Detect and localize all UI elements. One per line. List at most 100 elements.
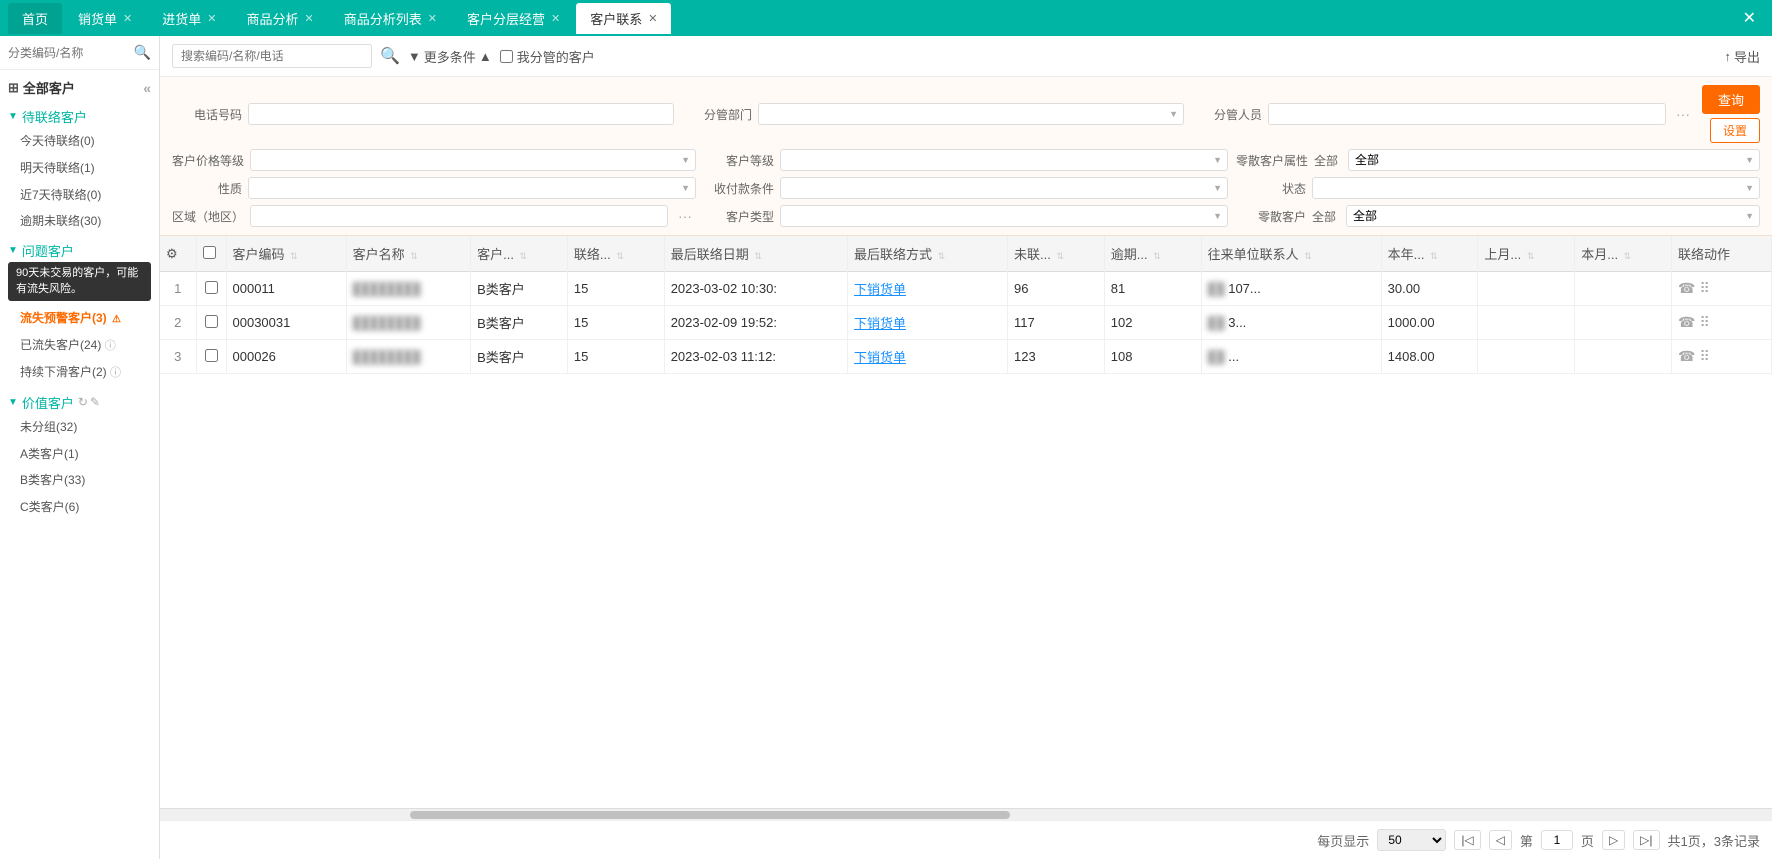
sidebar-item-class-a[interactable]: A类客户(1) <box>0 441 159 468</box>
row-last-contact-method: 下销货单 <box>847 340 1007 374</box>
sidebar-item-overdue[interactable]: 逾期未联络(30) <box>0 208 159 235</box>
page-label: 第 <box>1520 831 1533 850</box>
sidebar-item-churn-warning[interactable]: 流失预警客户(3) ⚠ <box>0 305 159 332</box>
nav-product-analysis[interactable]: 商品分析 ✕ <box>232 3 327 34</box>
settings-button[interactable]: 设置 <box>1710 118 1760 143</box>
select-all-checkbox[interactable] <box>203 246 216 259</box>
sidebar-all-customers[interactable]: ⊞ 全部客户 « <box>0 70 159 101</box>
retail-customer-select[interactable]: 全部 <box>1346 205 1760 227</box>
sidebar-item-ungroup[interactable]: 未分组(32) <box>0 414 159 441</box>
refresh-icon[interactable]: ↻ <box>78 395 88 409</box>
th-this-month[interactable]: 本月... ⇅ <box>1575 236 1672 272</box>
settings-icon[interactable]: ⚙ <box>166 246 178 261</box>
sidebar-section-problem[interactable]: ▼ 问题客户 <box>0 235 159 262</box>
nav-sales-order[interactable]: 销货单 ✕ <box>64 3 146 34</box>
more-conditions-button[interactable]: ▼ 更多条件 ▲ <box>408 47 492 66</box>
close-icon[interactable]: ✕ <box>305 12 314 25</box>
contact-icon[interactable]: ☎ <box>1678 348 1695 365</box>
sidebar-item-today[interactable]: 今天待联络(0) <box>0 128 159 155</box>
row-checkbox[interactable] <box>205 349 218 362</box>
close-icon[interactable]: ✕ <box>551 12 560 25</box>
filter-row-1: 电话号码 分管部门 分管人员 ··· 查询 设置 <box>172 85 1760 143</box>
th-last-contact-method[interactable]: 最后联络方式 ⇅ <box>847 236 1007 272</box>
phone-input[interactable] <box>248 103 674 125</box>
sort-icon: ⇅ <box>938 251 946 261</box>
th-this-year[interactable]: 本年... ⇅ <box>1381 236 1478 272</box>
nav-customer-segment[interactable]: 客户分层经营 ✕ <box>453 3 574 34</box>
close-icon[interactable]: ✕ <box>428 12 437 25</box>
phone-label: 电话号码 <box>172 106 242 123</box>
query-button[interactable]: 查询 <box>1702 85 1760 114</box>
th-uncontacted[interactable]: 未联... ⇅ <box>1008 236 1105 272</box>
manager-dots-button[interactable]: ··· <box>1672 106 1694 122</box>
th-last-month[interactable]: 上月... ⇅ <box>1478 236 1575 272</box>
my-customers-filter[interactable]: 我分管的客户 <box>500 47 595 66</box>
sidebar-item-declining[interactable]: 持续下滑客户(2) ⓘ <box>0 359 159 386</box>
export-button[interactable]: ↑ 导出 <box>1724 47 1760 66</box>
sidebar-section-pending[interactable]: ▼ 待联络客户 <box>0 101 159 128</box>
scrollbar-thumb[interactable] <box>410 811 1010 819</box>
horizontal-scrollbar[interactable] <box>160 808 1772 820</box>
close-all-tabs-button[interactable]: ✕ <box>1735 4 1764 32</box>
customer-type-label: 客户类型 <box>704 208 774 225</box>
region-dots-button[interactable]: ··· <box>674 208 696 224</box>
contact-icon[interactable]: ☎ <box>1678 280 1695 297</box>
my-customers-checkbox[interactable] <box>500 50 513 63</box>
close-icon[interactable]: ✕ <box>123 12 132 25</box>
row-checkbox[interactable] <box>205 281 218 294</box>
sidebar-item-week[interactable]: 近7天待联络(0) <box>0 182 159 209</box>
filter-search-input[interactable] <box>172 44 372 68</box>
contact-method-link[interactable]: 下销货单 <box>854 282 906 297</box>
payment-select[interactable] <box>780 177 1228 199</box>
department-select[interactable] <box>758 103 1184 125</box>
status-select[interactable] <box>1312 177 1760 199</box>
manager-input[interactable] <box>1268 103 1666 125</box>
more-icon[interactable]: ⠿ <box>1699 314 1709 331</box>
sidebar-section-value[interactable]: ▼ 价值客户 ↻ ✎ <box>0 387 159 414</box>
filter-search-button[interactable]: 🔍 <box>380 46 400 66</box>
th-name[interactable]: 客户名称 ⇅ <box>346 236 470 272</box>
gender-select[interactable] <box>248 177 696 199</box>
th-type[interactable]: 客户... ⇅ <box>471 236 568 272</box>
nav-customer-contact[interactable]: 客户联系 ✕ <box>576 3 671 34</box>
retail-attr-select[interactable]: 全部 <box>1348 149 1760 171</box>
filter-retail-customer: 零散客户 全部 全部 <box>1236 205 1760 227</box>
more-icon[interactable]: ⠿ <box>1699 348 1709 365</box>
contact-method-link[interactable]: 下销货单 <box>854 316 906 331</box>
filter-row-2: 客户价格等级 客户等级 零散客户属性 全部 全部 <box>172 149 1760 171</box>
customer-type-select[interactable] <box>780 205 1228 227</box>
first-page-button[interactable]: |◁ <box>1454 830 1480 850</box>
edit-icon[interactable]: ✎ <box>90 395 100 409</box>
sidebar-item-tomorrow[interactable]: 明天待联络(1) <box>0 155 159 182</box>
sidebar-item-churned[interactable]: 已流失客户(24) ⓘ <box>0 332 159 359</box>
th-contact-count[interactable]: 联络... ⇅ <box>567 236 664 272</box>
th-code[interactable]: 客户编码 ⇅ <box>226 236 346 272</box>
sidebar-item-class-b[interactable]: B类客户(33) <box>0 467 159 494</box>
nav-product-analysis-list[interactable]: 商品分析列表 ✕ <box>330 3 451 34</box>
close-icon[interactable]: ✕ <box>648 12 657 25</box>
contact-icon[interactable]: ☎ <box>1678 314 1695 331</box>
collapse-icon[interactable]: « <box>143 80 151 96</box>
page-number-input[interactable] <box>1541 830 1573 850</box>
contact-method-link[interactable]: 下销货单 <box>854 350 906 365</box>
filter-retail-attr: 零散客户属性 全部 全部 <box>1236 149 1760 171</box>
advanced-filter-panel: 电话号码 分管部门 分管人员 ··· 查询 设置 <box>160 77 1772 236</box>
close-icon[interactable]: ✕ <box>207 12 216 25</box>
sidebar-item-class-c[interactable]: C类客户(6) <box>0 494 159 521</box>
price-level-select[interactable] <box>250 149 696 171</box>
next-page-button[interactable]: ▷ <box>1602 830 1625 850</box>
th-last-contact-date[interactable]: 最后联络日期 ⇅ <box>664 236 847 272</box>
per-page-label: 每页显示 <box>1317 831 1369 850</box>
more-icon[interactable]: ⠿ <box>1699 280 1709 297</box>
sidebar-search-input[interactable] <box>8 46 130 60</box>
th-overdue[interactable]: 逾期... ⇅ <box>1104 236 1201 272</box>
nav-home[interactable]: 首页 <box>8 3 62 34</box>
region-input[interactable] <box>250 205 668 227</box>
th-unit-contact[interactable]: 往来单位联系人 ⇅ <box>1201 236 1381 272</box>
row-checkbox[interactable] <box>205 315 218 328</box>
prev-page-button[interactable]: ◁ <box>1489 830 1512 850</box>
last-page-button[interactable]: ▷| <box>1633 830 1659 850</box>
per-page-select[interactable]: 50 100 200 <box>1377 829 1446 851</box>
customer-level-select[interactable] <box>780 149 1228 171</box>
nav-purchase-order[interactable]: 进货单 ✕ <box>148 3 230 34</box>
